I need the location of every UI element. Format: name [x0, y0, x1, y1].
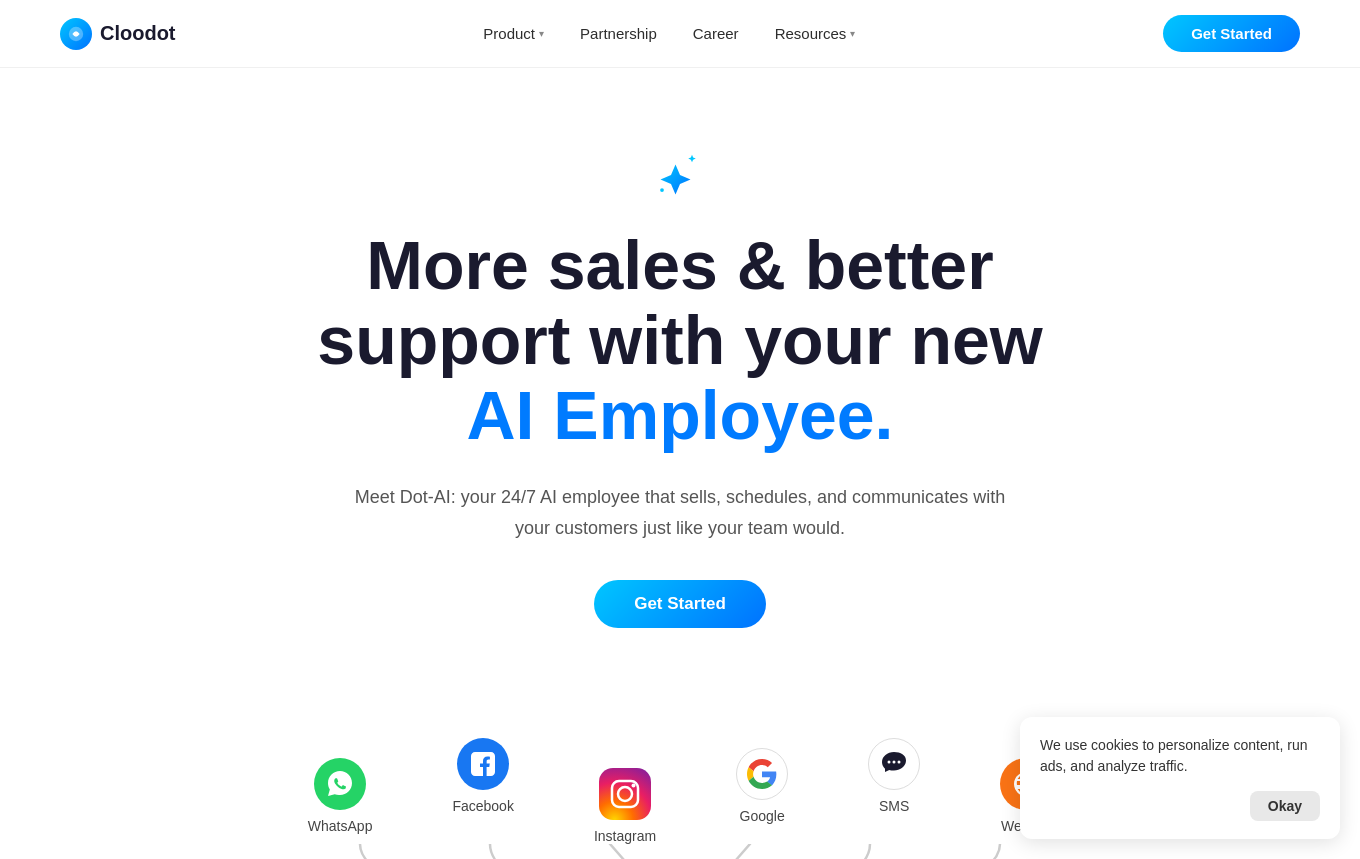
svg-rect-4: [599, 768, 651, 820]
whatsapp-label: WhatsApp: [308, 818, 373, 834]
cookie-text: We use cookies to personalize content, r…: [1040, 735, 1320, 777]
hero-title-ai: AI Employee.: [466, 377, 893, 453]
hero-section: More sales & better support with your ne…: [0, 68, 1360, 688]
integration-facebook: Facebook: [452, 738, 513, 814]
nav-item-partnership[interactable]: Partnership: [580, 25, 657, 42]
nav-item-career[interactable]: Career: [693, 25, 739, 42]
google-icon: [736, 748, 788, 800]
hero-subtitle: Meet Dot-AI: your 24/7 AI employee that …: [340, 482, 1020, 543]
svg-point-3: [660, 188, 664, 192]
hero-title: More sales & better support with your ne…: [317, 228, 1042, 452]
nav-link-career[interactable]: Career: [693, 25, 739, 42]
svg-point-9: [893, 760, 896, 763]
instagram-icon: [599, 768, 651, 820]
svg-point-10: [898, 760, 901, 763]
nav-link-product[interactable]: Product ▾: [483, 25, 544, 42]
nav-links: Product ▾ Partnership Career Resources ▾: [483, 25, 855, 42]
facebook-icon: [457, 738, 509, 790]
nav-link-resources[interactable]: Resources ▾: [775, 25, 856, 42]
nav-item-resources[interactable]: Resources ▾: [775, 25, 856, 42]
cookie-banner: We use cookies to personalize content, r…: [1020, 717, 1340, 839]
google-label: Google: [740, 808, 785, 824]
svg-point-8: [888, 760, 891, 763]
logo-text: Cloodot: [100, 22, 176, 45]
navbar: Cloodot Product ▾ Partnership Career Res…: [0, 0, 1360, 68]
nav-item-product[interactable]: Product ▾: [483, 25, 544, 42]
hero-title-line2: support with your new: [317, 302, 1042, 378]
integration-whatsapp: WhatsApp: [308, 758, 373, 834]
svg-marker-2: [661, 165, 691, 195]
svg-point-7: [632, 783, 636, 787]
instagram-label: Instagram: [594, 828, 656, 844]
cookie-okay-button[interactable]: Okay: [1250, 791, 1320, 821]
logo[interactable]: Cloodot: [60, 18, 176, 50]
logo-icon: [60, 18, 92, 50]
hero-title-line1: More sales & better: [366, 227, 993, 303]
sms-label: SMS: [879, 798, 909, 814]
chevron-down-icon-resources: ▾: [850, 28, 855, 39]
nav-link-partnership[interactable]: Partnership: [580, 25, 657, 42]
hero-get-started-button[interactable]: Get Started: [594, 580, 766, 628]
integration-sms: SMS: [868, 738, 920, 814]
integration-instagram: Instagram: [594, 768, 656, 844]
integration-google: Google: [736, 748, 788, 824]
chevron-down-icon: ▾: [539, 28, 544, 39]
sparkle-icon: [650, 148, 710, 208]
curve-decoration: [280, 844, 1080, 859]
nav-get-started-button[interactable]: Get Started: [1163, 15, 1300, 52]
svg-marker-1: [688, 155, 696, 163]
whatsapp-icon: [314, 758, 366, 810]
sms-icon: [868, 738, 920, 790]
facebook-label: Facebook: [452, 798, 513, 814]
